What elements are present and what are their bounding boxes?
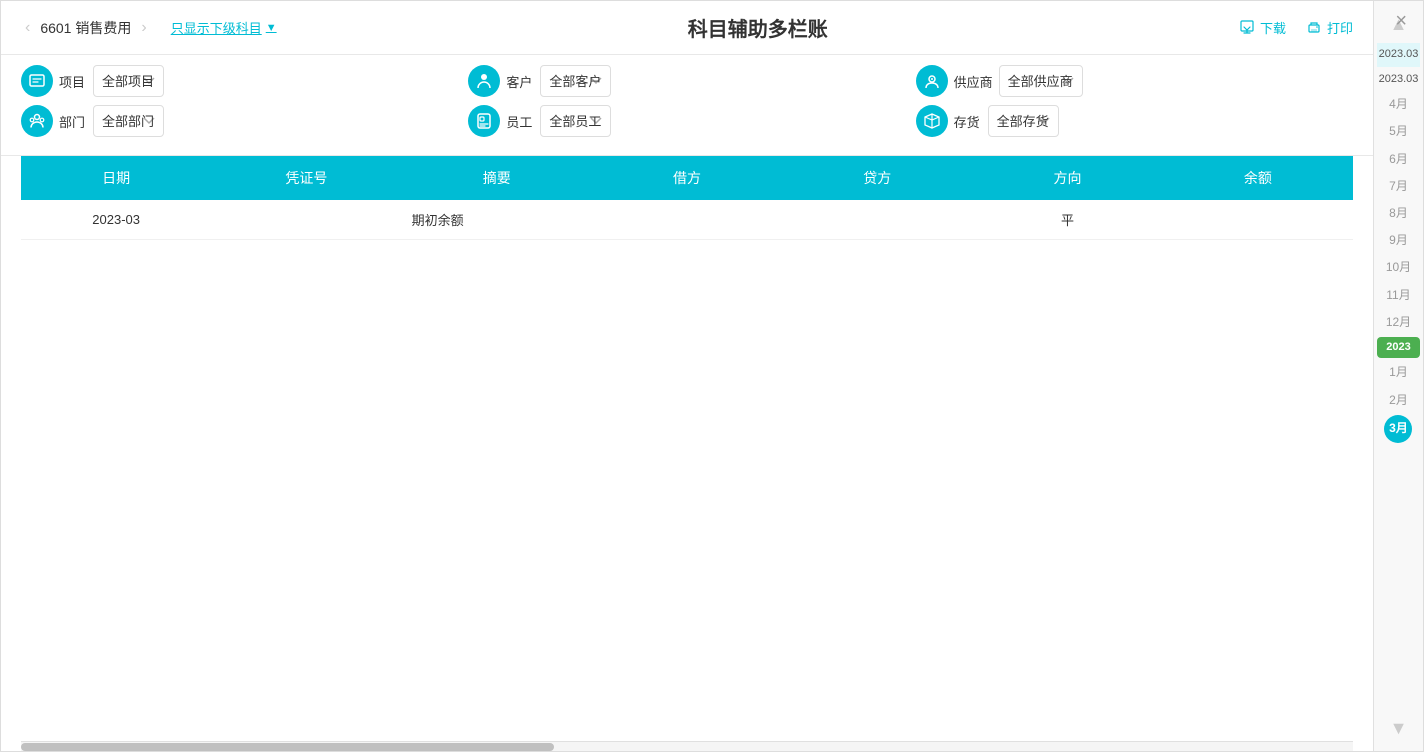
nav-next-btn[interactable]: › (137, 17, 150, 39)
download-btn[interactable]: 下载 (1239, 18, 1286, 37)
inventory-select[interactable]: 全部存货 (988, 105, 1059, 137)
filter-row-2: 部门 全部部门 员工 全部员工 (21, 105, 1353, 137)
dept-select[interactable]: 全部部门 (93, 105, 164, 137)
sidebar-month-2[interactable]: 2月 (1377, 388, 1421, 413)
close-button[interactable]: × (1395, 11, 1407, 31)
col-voucher: 凭证号 (211, 156, 401, 200)
customer-label: 客户 (506, 72, 534, 91)
project-label: 项目 (59, 72, 87, 91)
project-select[interactable]: 全部项目 (93, 65, 164, 97)
sidebar-month-1[interactable]: 1月 (1377, 360, 1421, 385)
inventory-icon (916, 105, 948, 137)
account-nav: ‹ 6601 销售费用 › (21, 17, 151, 39)
employee-label: 员工 (506, 112, 534, 131)
employee-select-wrapper: 全部员工 (540, 105, 905, 137)
supplier-label: 供应商 (954, 72, 993, 91)
cell-balance (1163, 200, 1353, 240)
dept-icon (21, 105, 53, 137)
inventory-select-wrapper: 全部存货 (988, 105, 1353, 137)
filter-row-1: 项目 全部项目 客户 全部客户 (21, 65, 1353, 97)
show-sub-account-btn[interactable]: 只显示下级科目 ▼ (171, 18, 277, 37)
inventory-label: 存货 (954, 112, 982, 131)
nav-prev-btn[interactable]: ‹ (21, 17, 34, 39)
sidebar-month-3-active[interactable]: 3月 (1384, 415, 1412, 443)
sidebar-month-11[interactable]: 11月 (1377, 283, 1421, 308)
table-container: 日期 凭证号 摘要 借方 贷方 方向 余额 2023-03 (21, 156, 1353, 741)
sidebar-month-5[interactable]: 5月 (1377, 119, 1421, 144)
supplier-icon (916, 65, 948, 97)
col-date: 日期 (21, 156, 211, 200)
customer-select[interactable]: 全部客户 (540, 65, 611, 97)
sidebar-month-6[interactable]: 6月 (1377, 147, 1421, 172)
sidebar-scroll-down[interactable]: ▼ (1384, 713, 1414, 743)
dept-filter-item: 部门 全部部门 (21, 105, 458, 137)
toolbar-actions: 下载 打印 (1239, 18, 1353, 37)
col-summary: 摘要 (402, 156, 592, 200)
print-icon (1306, 20, 1322, 36)
cell-debit (592, 200, 782, 240)
cell-credit (782, 200, 972, 240)
cell-voucher (211, 200, 401, 240)
sidebar-month-10[interactable]: 10月 (1377, 255, 1421, 280)
filter-area: 项目 全部项目 客户 全部客户 (1, 55, 1373, 156)
dept-select-wrapper: 全部部门 (93, 105, 458, 137)
account-code: 6601 销售费用 (40, 18, 131, 38)
dept-label: 部门 (59, 112, 87, 131)
table-header-row: 日期 凭证号 摘要 借方 贷方 方向 余额 (21, 156, 1353, 200)
download-icon (1239, 20, 1255, 36)
table-row: 2023-03 期初余额 平 (21, 200, 1353, 240)
sidebar-year-badge[interactable]: 2023 (1377, 337, 1421, 359)
right-sidebar: ▲ 2023.03 2023.03 4月 5月 6月 7月 8月 9月 10月 … (1373, 1, 1423, 751)
main-content: 日期 凭证号 摘要 借方 贷方 方向 余额 2023-03 (1, 156, 1373, 751)
data-table: 日期 凭证号 摘要 借方 贷方 方向 余额 2023-03 (21, 156, 1353, 240)
main-window: ▲ 2023.03 2023.03 4月 5月 6月 7月 8月 9月 10月 … (0, 0, 1424, 752)
col-balance: 余额 (1163, 156, 1353, 200)
bottom-scrollbar[interactable] (21, 741, 1353, 751)
project-select-wrapper: 全部项目 (93, 65, 458, 97)
sidebar-month-4[interactable]: 4月 (1377, 92, 1421, 117)
cell-date: 2023-03 (21, 200, 211, 240)
supplier-filter-item: 供应商 全部供应商 (916, 65, 1353, 97)
scrollbar-thumb (21, 743, 554, 751)
content-area: ‹ 6601 销售费用 › 只显示下级科目 ▼ 科目辅助多栏账 (1, 1, 1373, 751)
inventory-filter-item: 存货 全部存货 (916, 105, 1353, 137)
employee-select[interactable]: 全部员工 (540, 105, 611, 137)
supplier-select-wrapper: 全部供应商 (999, 65, 1353, 97)
sidebar-header-2[interactable]: 2023.03 (1377, 69, 1421, 91)
employee-filter-item: 员工 全部员工 (468, 105, 905, 137)
sidebar-month-9[interactable]: 9月 (1377, 228, 1421, 253)
sidebar-header-1[interactable]: 2023.03 (1377, 43, 1421, 67)
project-filter-item: 项目 全部项目 (21, 65, 458, 97)
sidebar-month-12[interactable]: 12月 (1377, 310, 1421, 335)
employee-icon (468, 105, 500, 137)
project-icon (21, 65, 53, 97)
show-sub-chevron: ▼ (266, 22, 277, 34)
cell-summary: 期初余额 (402, 200, 592, 240)
supplier-select[interactable]: 全部供应商 (999, 65, 1083, 97)
col-credit: 贷方 (782, 156, 972, 200)
col-debit: 借方 (592, 156, 782, 200)
toolbar: ‹ 6601 销售费用 › 只显示下级科目 ▼ 科目辅助多栏账 (1, 1, 1373, 55)
customer-select-wrapper: 全部客户 (540, 65, 905, 97)
cell-direction: 平 (972, 200, 1162, 240)
customer-filter-item: 客户 全部客户 (468, 65, 905, 97)
sidebar-month-8[interactable]: 8月 (1377, 201, 1421, 226)
col-direction: 方向 (972, 156, 1162, 200)
page-title: 科目辅助多栏账 (287, 13, 1229, 42)
print-btn[interactable]: 打印 (1306, 18, 1353, 37)
sidebar-months: 2023.03 2023.03 4月 5月 6月 7月 8月 9月 10月 11… (1377, 39, 1421, 713)
sidebar-month-7[interactable]: 7月 (1377, 174, 1421, 199)
customer-icon (468, 65, 500, 97)
